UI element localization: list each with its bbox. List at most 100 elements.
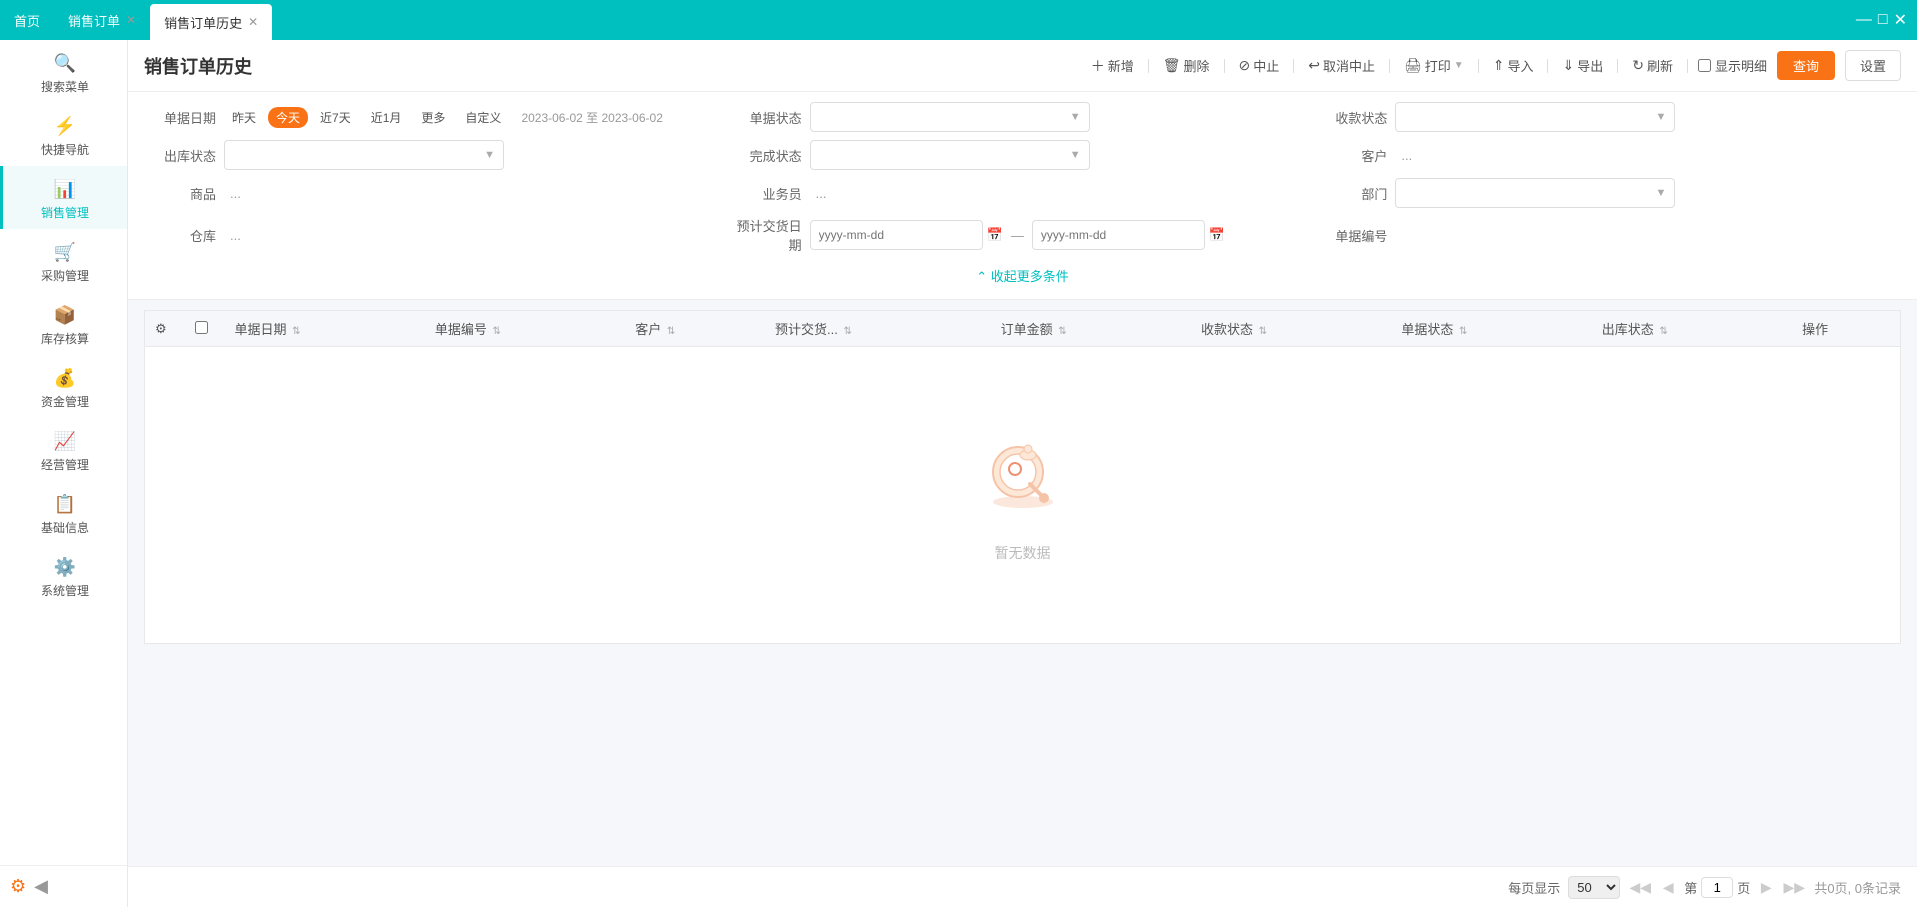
payment-status-select[interactable]: ▼ [1395, 102, 1675, 132]
show-detail-checkbox[interactable] [1698, 59, 1711, 72]
customer-column-label: 客户 [635, 322, 661, 337]
cancel-stop-label: 取消中止 [1323, 56, 1375, 75]
page-size-select[interactable]: 10 20 50 100 [1568, 876, 1620, 899]
sidebar-item-operations[interactable]: 📈 经营管理 [0, 418, 127, 481]
footer: 每页显示 10 20 50 100 ◀◀ ◀ 第 页 ▶ ▶▶ 共0页, 0条记… [128, 866, 1917, 907]
salesperson-label: 业务员 [730, 184, 810, 203]
cancel-stop-button[interactable]: ↩ 取消中止 [1304, 53, 1379, 78]
department-group: ▼ [1395, 178, 1901, 208]
checkbox-column-header[interactable] [185, 311, 225, 347]
settings-button[interactable]: 设置 [1845, 50, 1901, 81]
department-select[interactable]: ▼ [1395, 178, 1675, 208]
sidebar-label-inventory: 库存核算 [41, 330, 89, 347]
delivery-status-column-header[interactable]: 出库状态 ⇅ [1592, 311, 1792, 347]
date-range-text: 2023-06-02 至 2023-06-02 [521, 109, 662, 126]
settings-column-header[interactable]: ⚙ [145, 311, 185, 347]
prev-page-button[interactable]: ◀ [1656, 875, 1680, 899]
query-button[interactable]: 查询 [1777, 51, 1835, 80]
refresh-button[interactable]: ↻ 刷新 [1628, 53, 1677, 78]
delivery-status-column-label: 出库状态 [1602, 322, 1654, 337]
first-page-button[interactable]: ◀◀ [1628, 875, 1652, 899]
delivery-status-select[interactable]: ▼ [224, 140, 504, 170]
shortcut-7days[interactable]: 近7天 [312, 107, 359, 128]
order-status-select[interactable]: ▼ [810, 102, 1090, 132]
calendar-from-icon[interactable]: 📅 [987, 227, 1003, 243]
expected-date-to[interactable] [1032, 220, 1205, 250]
sidebar-item-search-menu[interactable]: 🔍 搜索菜单 [0, 40, 127, 103]
page-header: 销售订单历史 ＋ 新增 🗑 删除 ⊘ 中止 ↩ [128, 40, 1917, 92]
customer-sort-icon: ⇅ [667, 326, 675, 337]
tab-home-label: 首页 [14, 11, 40, 30]
sidebar-item-quick-nav[interactable]: ⚡ 快捷导航 [0, 103, 127, 166]
tab-sales-history-close[interactable]: ✕ [248, 15, 258, 29]
expected-date-column-header[interactable]: 预计交货... ⇅ [765, 311, 991, 347]
maximize-icon[interactable]: □ [1878, 11, 1888, 29]
shortcut-today[interactable]: 今天 [268, 107, 308, 128]
export-button[interactable]: ⇓ 导出 [1558, 53, 1607, 78]
tab-sales-order-close[interactable]: ✕ [126, 13, 136, 27]
sidebar-item-inventory[interactable]: 📦 库存核算 [0, 292, 127, 355]
customer-column-header[interactable]: 客户 ⇅ [625, 311, 765, 347]
minimize-icon[interactable]: — [1856, 11, 1872, 29]
filter-row-1: 单据日期 昨天 今天 近7天 近1月 更多 自定义 2023-06-02 至 2… [144, 102, 1901, 132]
show-detail-label: 显示明细 [1715, 56, 1767, 75]
new-button[interactable]: ＋ 新增 [1087, 53, 1138, 79]
print-dropdown-icon: ▼ [1454, 60, 1464, 71]
amount-column-header[interactable]: 订单金额 ⇅ [991, 311, 1191, 347]
payment-status-column-header[interactable]: 收款状态 ⇅ [1191, 311, 1391, 347]
sidebar-settings-icon[interactable]: ⚙ [10, 876, 26, 897]
tab-sales-order[interactable]: 销售订单 ✕ [54, 0, 150, 40]
shortcut-1month[interactable]: 近1月 [363, 107, 410, 128]
purchase-mgmt-icon: 🛒 [54, 241, 76, 263]
sidebar-item-sales-mgmt[interactable]: 📊 销售管理 [0, 166, 127, 229]
calendar-to-icon[interactable]: 📅 [1209, 227, 1225, 243]
header-row: ⚙ 单据日期 ⇅ 单据编号 ⇅ [145, 311, 1901, 347]
sidebar-item-system-mgmt[interactable]: ⚙️ 系统管理 [0, 544, 127, 607]
stop-button[interactable]: ⊘ 中止 [1235, 53, 1284, 78]
sidebar-collapse-icon[interactable]: ◀ [34, 876, 48, 897]
print-label: 打印 [1425, 56, 1451, 75]
salesperson-ellipsis[interactable]: ... [810, 182, 833, 205]
sidebar-label-operations: 经营管理 [41, 456, 89, 473]
completion-status-select[interactable]: ▼ [810, 140, 1090, 170]
close-icon[interactable]: ✕ [1894, 10, 1907, 30]
filter-area: 单据日期 昨天 今天 近7天 近1月 更多 自定义 2023-06-02 至 2… [128, 92, 1917, 300]
show-detail-checkbox-label[interactable]: 显示明细 [1698, 56, 1767, 75]
stop-label: 中止 [1253, 56, 1279, 75]
tab-sales-order-label: 销售订单 [68, 11, 120, 30]
tab-home[interactable]: 首页 [0, 0, 54, 40]
next-page-button[interactable]: ▶ [1754, 875, 1778, 899]
shortcut-yesterday[interactable]: 昨天 [224, 107, 264, 128]
sales-mgmt-icon: 📊 [54, 178, 76, 200]
page-title: 销售订单历史 [144, 53, 1087, 79]
sidebar-item-basic-info[interactable]: 📋 基础信息 [0, 481, 127, 544]
import-button[interactable]: ⇑ 导入 [1489, 53, 1538, 78]
shortcut-custom[interactable]: 自定义 [457, 107, 509, 128]
tab-sales-history[interactable]: 销售订单历史 ✕ [150, 4, 272, 40]
warehouse-group: ... [224, 224, 730, 247]
delete-label: 删除 [1183, 56, 1209, 75]
goods-ellipsis[interactable]: ... [224, 182, 247, 205]
customer-ellipsis[interactable]: ... [1395, 144, 1418, 167]
amount-sort-icon: ⇅ [1058, 326, 1066, 337]
delivery-status-select-group: ▼ [224, 140, 730, 170]
sidebar-item-finance[interactable]: 💰 资金管理 [0, 355, 127, 418]
shortcut-more[interactable]: 更多 [413, 107, 453, 128]
warehouse-ellipsis[interactable]: ... [224, 224, 247, 247]
sidebar-item-purchase-mgmt[interactable]: 🛒 采购管理 [0, 229, 127, 292]
page-number-input[interactable] [1701, 877, 1733, 898]
print-button[interactable]: 🖨 打印 ▼ [1400, 53, 1468, 78]
delete-button[interactable]: 🗑 删除 [1159, 53, 1214, 78]
last-page-button[interactable]: ▶▶ [1782, 875, 1806, 899]
number-column-header[interactable]: 单据编号 ⇅ [425, 311, 625, 347]
customer-group: ... [1395, 144, 1901, 167]
collapse-row[interactable]: ⌃ 收起更多条件 [144, 262, 1901, 289]
date-column-header[interactable]: 单据日期 ⇅ [225, 311, 425, 347]
order-status-column-header[interactable]: 单据状态 ⇅ [1391, 311, 1591, 347]
expected-date-label: 预计交货日期 [730, 216, 810, 254]
expected-date-from[interactable] [810, 220, 983, 250]
date-label: 单据日期 [144, 108, 224, 127]
refresh-label: 刷新 [1647, 56, 1673, 75]
import-icon: ⇑ [1493, 57, 1505, 74]
select-all-checkbox[interactable] [195, 321, 208, 334]
